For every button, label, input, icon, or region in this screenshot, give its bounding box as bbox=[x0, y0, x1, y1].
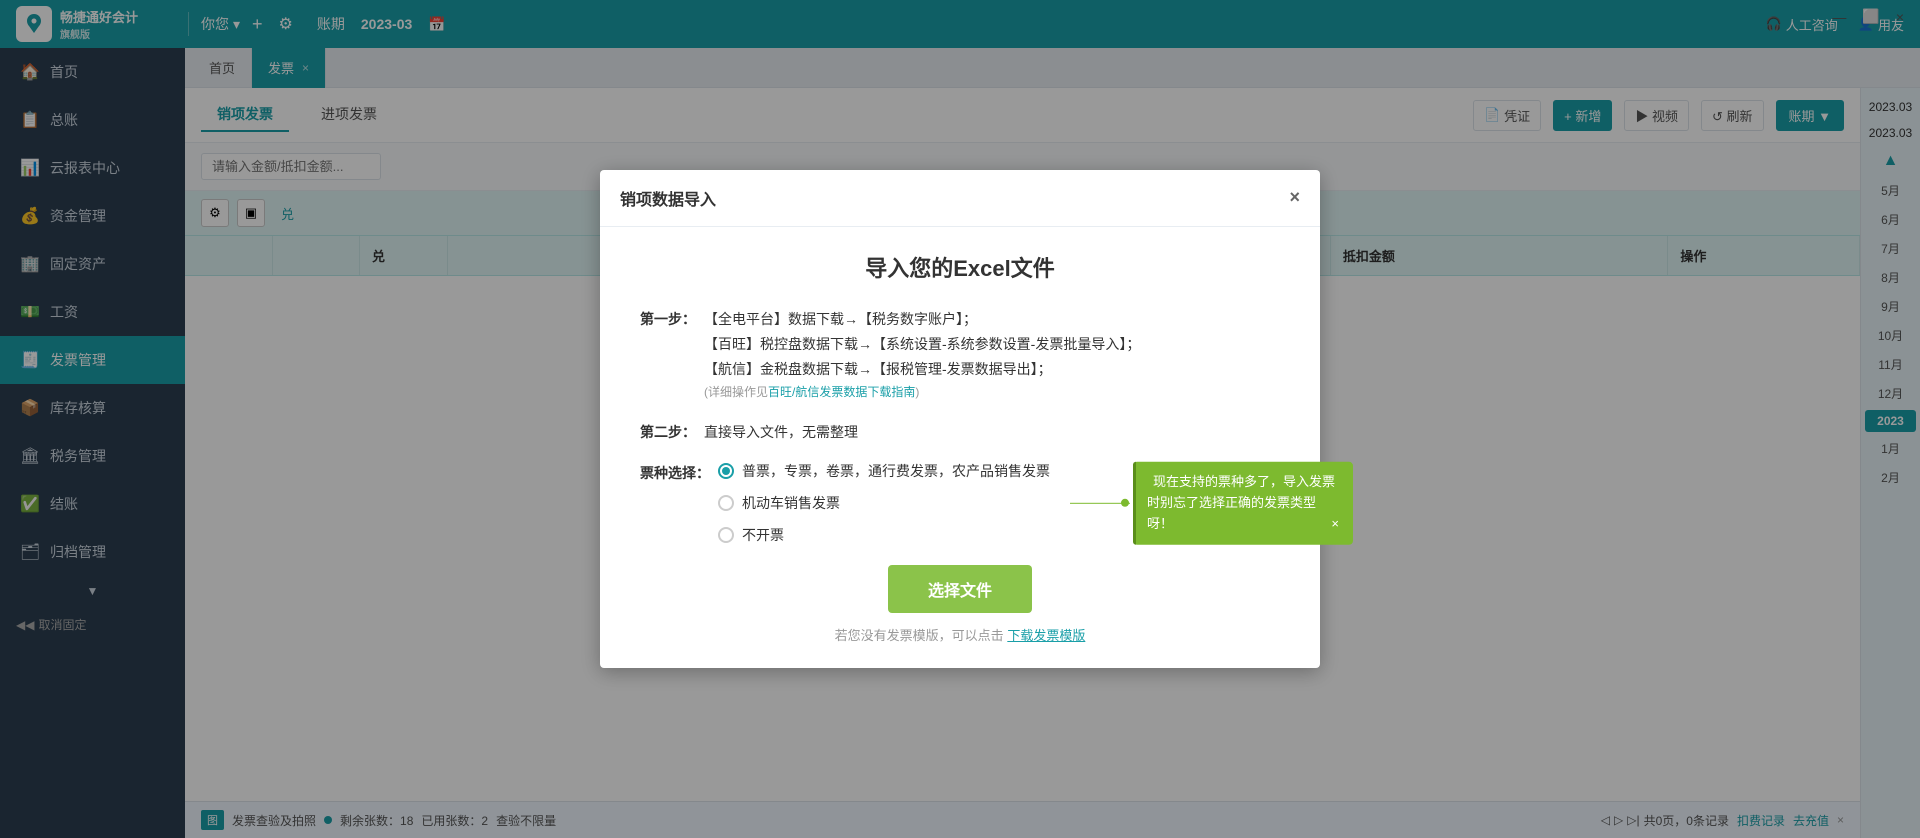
import-modal: 销项数据导入 × 导入您的Excel文件 第一步： 【全电平台】数据下载→【税务… bbox=[600, 170, 1320, 668]
radio-circle-no-invoice bbox=[718, 527, 734, 543]
radio-item-no-invoice[interactable]: 不开票 bbox=[718, 525, 1050, 545]
step2-content: 直接导入文件，无需整理 bbox=[704, 420, 858, 445]
download-template-link[interactable]: 下载发票模版 bbox=[1007, 628, 1085, 643]
modal-close-button[interactable]: × bbox=[1289, 187, 1300, 208]
modal-heading: 导入您的Excel文件 bbox=[640, 251, 1280, 283]
step1-link[interactable]: 百旺/航信发票数据下载指南 bbox=[768, 385, 915, 399]
radio-group: 普票，专票，卷票，通行费发票，农产品销售发票 机动车销售发票 bbox=[718, 461, 1050, 545]
modal-overlay: 销项数据导入 × 导入您的Excel文件 第一步： 【全电平台】数据下载→【税务… bbox=[0, 0, 1920, 838]
step2-label: 第二步： bbox=[640, 420, 696, 442]
radio-circle-general bbox=[718, 463, 734, 479]
step1-line3: 【航信】金税盘数据下载→【报税管理-发票数据导出】； bbox=[704, 357, 1140, 382]
step1-line2: 【百旺】税控盘数据下载→【系统设置-系统参数设置-发票批量导入】； bbox=[704, 332, 1140, 357]
radio-label-vehicle: 机动车销售发票 bbox=[742, 493, 840, 513]
modal-header: 销项数据导入 × bbox=[600, 170, 1320, 227]
modal-body: 导入您的Excel文件 第一步： 【全电平台】数据下载→【税务数字账户】； 【百… bbox=[600, 227, 1320, 668]
select-file-button[interactable]: 选择文件 bbox=[888, 565, 1032, 613]
ticket-label: 票种选择： bbox=[640, 461, 710, 483]
radio-circle-vehicle bbox=[718, 495, 734, 511]
step1-line1: 【全电平台】数据下载→【税务数字账户】； bbox=[704, 307, 1140, 332]
step1-row: 第一步： 【全电平台】数据下载→【税务数字账户】； 【百旺】税控盘数据下载→【系… bbox=[640, 307, 1280, 404]
tooltip-bubble: 现在支持的票种多了，导入发票时别忘了选择正确的发票类型呀！ × bbox=[1133, 462, 1353, 544]
radio-item-general[interactable]: 普票，专票，卷票，通行费发票，农产品销售发票 bbox=[718, 461, 1050, 481]
radio-label-no-invoice: 不开票 bbox=[742, 525, 784, 545]
step1-hint: (详细操作见百旺/航信发票数据下载指南) bbox=[704, 382, 1140, 404]
tooltip-text: 现在支持的票种多了，导入发票时别忘了选择正确的发票类型呀！ bbox=[1147, 474, 1335, 531]
radio-item-vehicle[interactable]: 机动车销售发票 现在支持的票种多了，导入发票时别忘了选择正确的发票类型呀！ × bbox=[718, 493, 1050, 513]
download-hint: 若您没有发票模版，可以点击 下载发票模版 bbox=[640, 625, 1280, 644]
tooltip-close-btn[interactable]: × bbox=[1331, 514, 1339, 535]
radio-label-general: 普票，专票，卷票，通行费发票，农产品销售发票 bbox=[742, 461, 1050, 481]
tooltip-connector: 现在支持的票种多了，导入发票时别忘了选择正确的发票类型呀！ × bbox=[1070, 462, 1353, 544]
modal-title-text: 销项数据导入 bbox=[620, 186, 716, 210]
step1-label: 第一步： bbox=[640, 307, 696, 329]
step2-row: 第二步： 直接导入文件，无需整理 bbox=[640, 420, 1280, 445]
ticket-type-row: 票种选择： 普票，专票，卷票，通行费发票，农产品销售发票 机动车销售发票 bbox=[640, 461, 1280, 545]
step1-content: 【全电平台】数据下载→【税务数字账户】； 【百旺】税控盘数据下载→【系统设置-系… bbox=[704, 307, 1140, 404]
